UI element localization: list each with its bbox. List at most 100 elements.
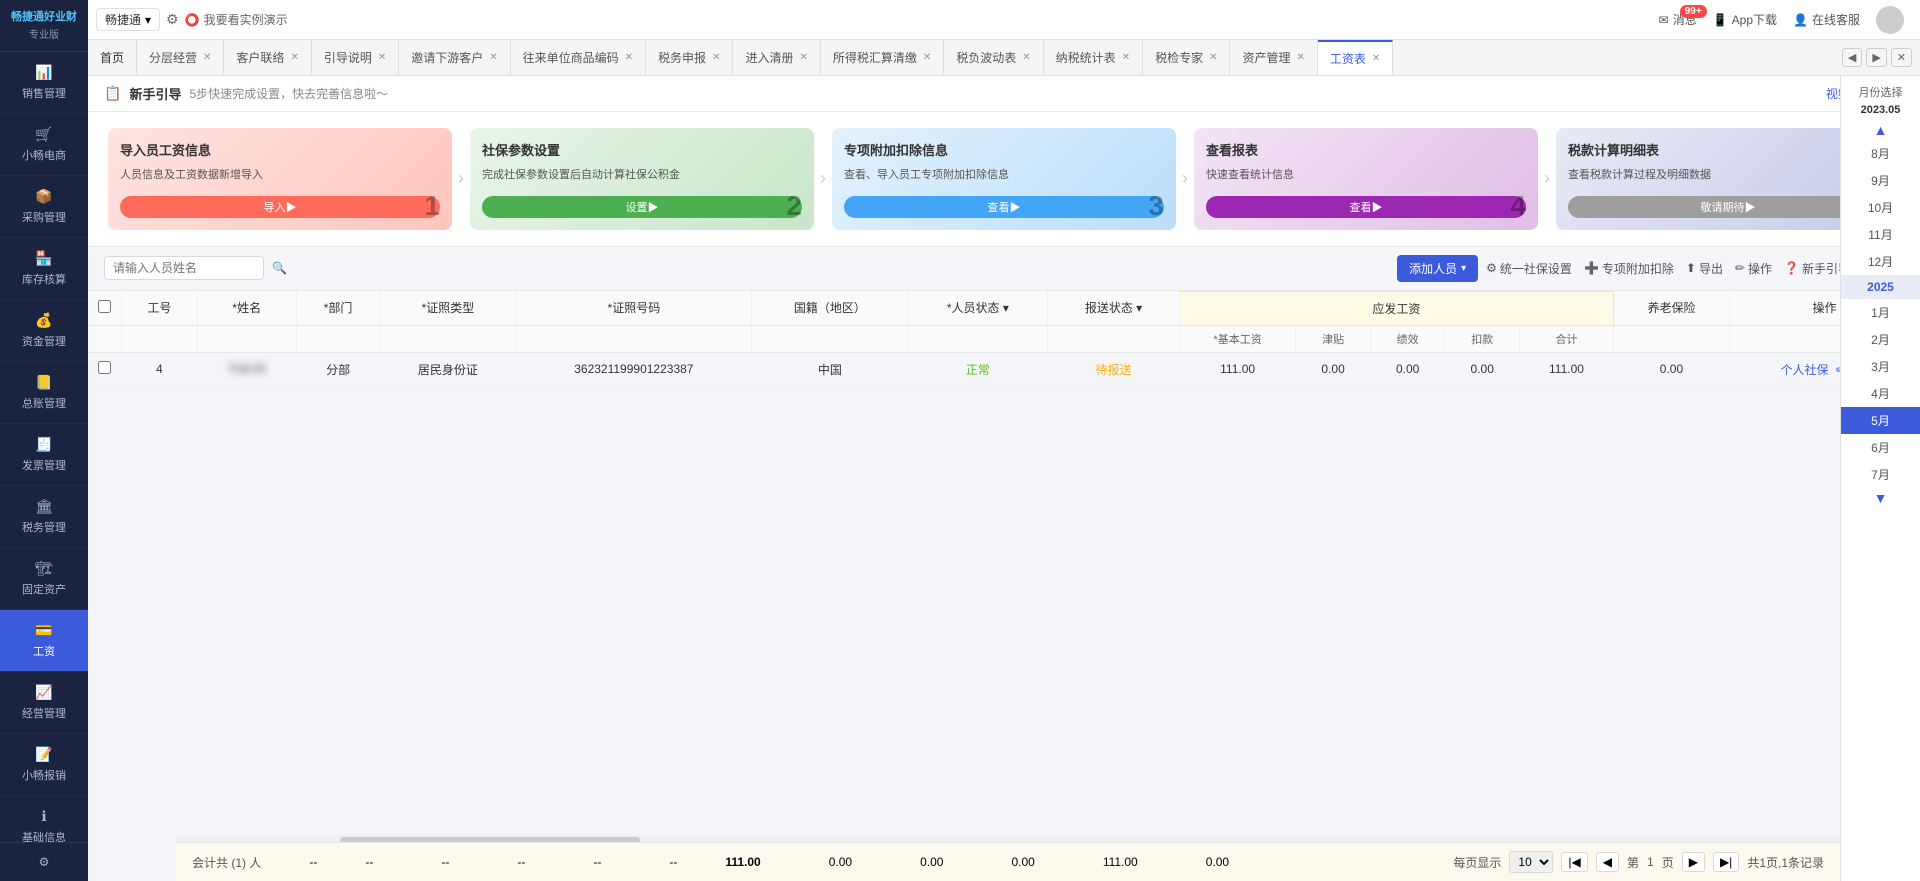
month-4[interactable]: 4月 bbox=[1841, 380, 1920, 407]
month-5[interactable]: 5月 bbox=[1841, 407, 1920, 434]
tab-tax-expert[interactable]: 税检专家✕ bbox=[1143, 40, 1230, 76]
tab-asset-close[interactable]: ✕ bbox=[1297, 52, 1305, 63]
month-10[interactable]: 10月 bbox=[1841, 194, 1920, 221]
step-arrow-2: › bbox=[818, 168, 828, 189]
sidebar-item-ledger[interactable]: 📒总账管理 bbox=[0, 362, 88, 424]
status-filter-icon[interactable]: ▾ bbox=[1003, 301, 1009, 315]
sub-th-base-salary: *基本工资 bbox=[1179, 325, 1295, 352]
next-page-button[interactable]: ▶ bbox=[1682, 852, 1705, 872]
search-input[interactable] bbox=[104, 256, 264, 280]
month-6[interactable]: 6月 bbox=[1841, 434, 1920, 461]
tab-invite[interactable]: 邀请下游客户✕ bbox=[399, 40, 510, 76]
tab-goods-code-close[interactable]: ✕ bbox=[625, 52, 633, 63]
sidebar-item-tax[interactable]: 🏛税务管理 bbox=[0, 486, 88, 548]
tab-invite-close[interactable]: ✕ bbox=[489, 52, 497, 63]
personal-insurance-link[interactable]: 个人社保 bbox=[1780, 363, 1828, 377]
tab-tax-relief-close[interactable]: ✕ bbox=[1022, 52, 1030, 63]
tab-tax-calc-close[interactable]: ✕ bbox=[923, 52, 931, 63]
month-12[interactable]: 12月 bbox=[1841, 248, 1920, 275]
tab-clear-close[interactable]: ✕ bbox=[799, 52, 807, 63]
month-1[interactable]: 1月 bbox=[1841, 299, 1920, 326]
table-row: 4 THA Ri 分部 居民身份证 362321199901223387 中国 … bbox=[88, 352, 1920, 386]
tax-icon: 🏛 bbox=[35, 498, 53, 515]
sidebar-menu: 📊销售管理 🛒小畅电商 📦采购管理 🏪库存核算 💰资金管理 📒总账管理 🧾发票管… bbox=[0, 52, 88, 842]
step-2-button[interactable]: 设置▶ bbox=[482, 196, 802, 218]
sub-th-deduction: 扣款 bbox=[1445, 325, 1520, 352]
step-1-button[interactable]: 导入▶ bbox=[120, 196, 440, 218]
tab-partition-close[interactable]: ✕ bbox=[203, 52, 211, 63]
month-next-button[interactable]: ▼ bbox=[1841, 488, 1920, 508]
tab-customer[interactable]: 客户联络✕ bbox=[224, 40, 311, 76]
prev-page-button[interactable]: ◀ bbox=[1596, 852, 1619, 872]
tab-partition[interactable]: 分层经营✕ bbox=[137, 40, 224, 76]
sidebar-item-sales[interactable]: 📊销售管理 bbox=[0, 52, 88, 114]
tab-tax-calc[interactable]: 所得税汇算清缴✕ bbox=[821, 40, 944, 76]
tab-tax-relief[interactable]: 税负波动表✕ bbox=[944, 40, 1043, 76]
tab-goods-code[interactable]: 往来单位商品编码✕ bbox=[511, 40, 646, 76]
company-selector[interactable]: 畅捷通 ▾ bbox=[96, 8, 160, 31]
tab-prev-button[interactable]: ◀ bbox=[1842, 48, 1862, 67]
month-2[interactable]: 2月 bbox=[1841, 326, 1920, 353]
tab-home[interactable]: 首页 bbox=[88, 40, 137, 76]
online-support-button[interactable]: 👤 在线客服 bbox=[1793, 11, 1860, 28]
page-size-select[interactable]: 10 20 50 bbox=[1509, 851, 1553, 873]
tab-customer-close[interactable]: ✕ bbox=[290, 52, 298, 63]
tab-payroll[interactable]: 工资表✕ bbox=[1318, 40, 1393, 76]
sidebar-item-purchase[interactable]: 📦采购管理 bbox=[0, 176, 88, 238]
sidebar-item-basic-info[interactable]: ℹ基础信息 bbox=[0, 796, 88, 842]
tab-tax-report[interactable]: 税务申报✕ bbox=[646, 40, 733, 76]
month-prev-button[interactable]: ▲ bbox=[1841, 120, 1920, 140]
th-checkbox bbox=[88, 291, 122, 325]
first-page-button[interactable]: |◀ bbox=[1561, 852, 1587, 872]
tab-tax-stats-close[interactable]: ✕ bbox=[1122, 52, 1130, 63]
sidebar-item-operations[interactable]: 📈经营管理 bbox=[0, 672, 88, 734]
add-employee-button[interactable]: 添加人员 ▾ bbox=[1397, 255, 1478, 282]
unified-setting-icon: ⚙ bbox=[1486, 261, 1497, 275]
tab-tax-report-close[interactable]: ✕ bbox=[712, 52, 720, 63]
tab-guide[interactable]: 引导说明✕ bbox=[312, 40, 399, 76]
sidebar-item-fixed-assets[interactable]: 🏗固定资产 bbox=[0, 548, 88, 610]
operation-action[interactable]: ✏ 操作 bbox=[1735, 260, 1772, 277]
step-4-button[interactable]: 查看▶ bbox=[1206, 196, 1526, 218]
tab-tax-stats[interactable]: 纳税统计表✕ bbox=[1044, 40, 1143, 76]
send-status-filter-icon[interactable]: ▾ bbox=[1136, 301, 1142, 315]
search-icon[interactable]: 🔍 bbox=[272, 261, 287, 275]
tab-clear[interactable]: 进入清册✕ bbox=[733, 40, 820, 76]
special-deduct-action[interactable]: ➕ 专项附加扣除 bbox=[1584, 260, 1674, 277]
month-11[interactable]: 11月 bbox=[1841, 221, 1920, 248]
footer-dash-3: -- bbox=[441, 855, 449, 869]
step-3-button[interactable]: 查看▶ bbox=[844, 196, 1164, 218]
guide-bar: 📋 新手引导 5步快速完成设置，快去完善信息啦～ 视频 帮助 ✕ bbox=[88, 76, 1920, 112]
tab-close-all-button[interactable]: ✕ bbox=[1891, 48, 1912, 67]
tab-tax-expert-close[interactable]: ✕ bbox=[1209, 52, 1217, 63]
footer-dash-4: -- bbox=[517, 855, 525, 869]
sidebar-item-report[interactable]: 📝小畅报销 bbox=[0, 734, 88, 796]
row-checkbox[interactable] bbox=[98, 361, 111, 374]
select-all-checkbox[interactable] bbox=[98, 300, 111, 313]
footer-deduct-total: 0.00 bbox=[1011, 855, 1034, 869]
sidebar-item-finance[interactable]: 💰资金管理 bbox=[0, 300, 88, 362]
unified-setting-action[interactable]: ⚙ 统一社保设置 bbox=[1486, 260, 1572, 277]
month-9[interactable]: 9月 bbox=[1841, 167, 1920, 194]
tab-next-button[interactable]: ▶ bbox=[1866, 48, 1886, 67]
tab-asset[interactable]: 资产管理✕ bbox=[1230, 40, 1317, 76]
row-status: 正常 bbox=[908, 352, 1048, 386]
tab-payroll-close[interactable]: ✕ bbox=[1372, 53, 1380, 64]
demo-link[interactable]: ⭕ 我要看实例演示 bbox=[185, 11, 288, 28]
user-avatar[interactable] bbox=[1876, 6, 1904, 34]
sidebar-item-invoice[interactable]: 🧾发票管理 bbox=[0, 424, 88, 486]
export-action[interactable]: ⬆ 导出 bbox=[1686, 260, 1723, 277]
month-3[interactable]: 3月 bbox=[1841, 353, 1920, 380]
settings-icon[interactable]: ⚙ bbox=[166, 11, 179, 28]
message-badge: 99+ bbox=[1680, 5, 1707, 18]
sidebar-item-inventory[interactable]: 🏪库存核算 bbox=[0, 238, 88, 300]
message-button[interactable]: ✉ 消息 99+ bbox=[1659, 11, 1697, 28]
sidebar-item-ecommerce[interactable]: 🛒小畅电商 bbox=[0, 114, 88, 176]
sidebar-item-payroll[interactable]: 💳工资 bbox=[0, 610, 88, 672]
app-download-button[interactable]: 📱 App下载 bbox=[1713, 11, 1777, 28]
month-7[interactable]: 7月 bbox=[1841, 461, 1920, 488]
sidebar-settings[interactable]: ⚙ bbox=[0, 842, 88, 881]
tab-guide-close[interactable]: ✕ bbox=[378, 52, 386, 63]
last-page-button[interactable]: ▶| bbox=[1713, 852, 1739, 872]
month-8[interactable]: 8月 bbox=[1841, 140, 1920, 167]
